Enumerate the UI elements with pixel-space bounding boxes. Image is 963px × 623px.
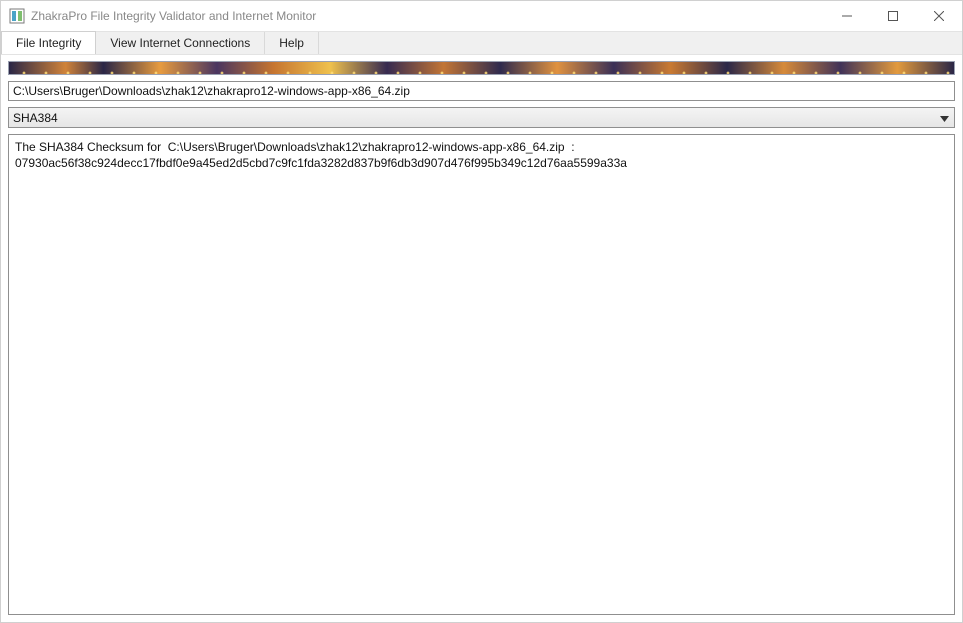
close-button[interactable] xyxy=(916,1,962,31)
tab-label: View Internet Connections xyxy=(110,36,250,50)
tab-view-internet-connections[interactable]: View Internet Connections xyxy=(96,32,265,54)
file-path-input[interactable] xyxy=(8,81,955,101)
app-icon xyxy=(9,8,25,24)
window-controls xyxy=(824,1,962,31)
checksum-output[interactable]: The SHA384 Checksum for C:\Users\Bruger\… xyxy=(8,134,955,615)
output-line: 07930ac56f38c924decc17fbdf0e9a45ed2d5cbd… xyxy=(15,156,627,170)
content-area: SHA384 The SHA384 Checksum for C:\Users\… xyxy=(1,55,962,622)
title-bar: ZhakraPro File Integrity Validator and I… xyxy=(1,1,962,31)
tab-label: Help xyxy=(279,36,304,50)
algorithm-row: SHA384 xyxy=(8,107,955,128)
tab-label: File Integrity xyxy=(16,36,81,50)
tab-help[interactable]: Help xyxy=(265,32,319,54)
minimize-button[interactable] xyxy=(824,1,870,31)
menu-bar: File Integrity View Internet Connections… xyxy=(1,31,962,55)
output-line: The SHA384 Checksum for C:\Users\Bruger\… xyxy=(15,140,575,154)
decorative-banner xyxy=(8,61,955,75)
maximize-button[interactable] xyxy=(870,1,916,31)
tab-file-integrity[interactable]: File Integrity xyxy=(1,31,96,54)
hash-algorithm-select[interactable]: SHA384 xyxy=(8,107,955,128)
window-title: ZhakraPro File Integrity Validator and I… xyxy=(31,9,824,23)
